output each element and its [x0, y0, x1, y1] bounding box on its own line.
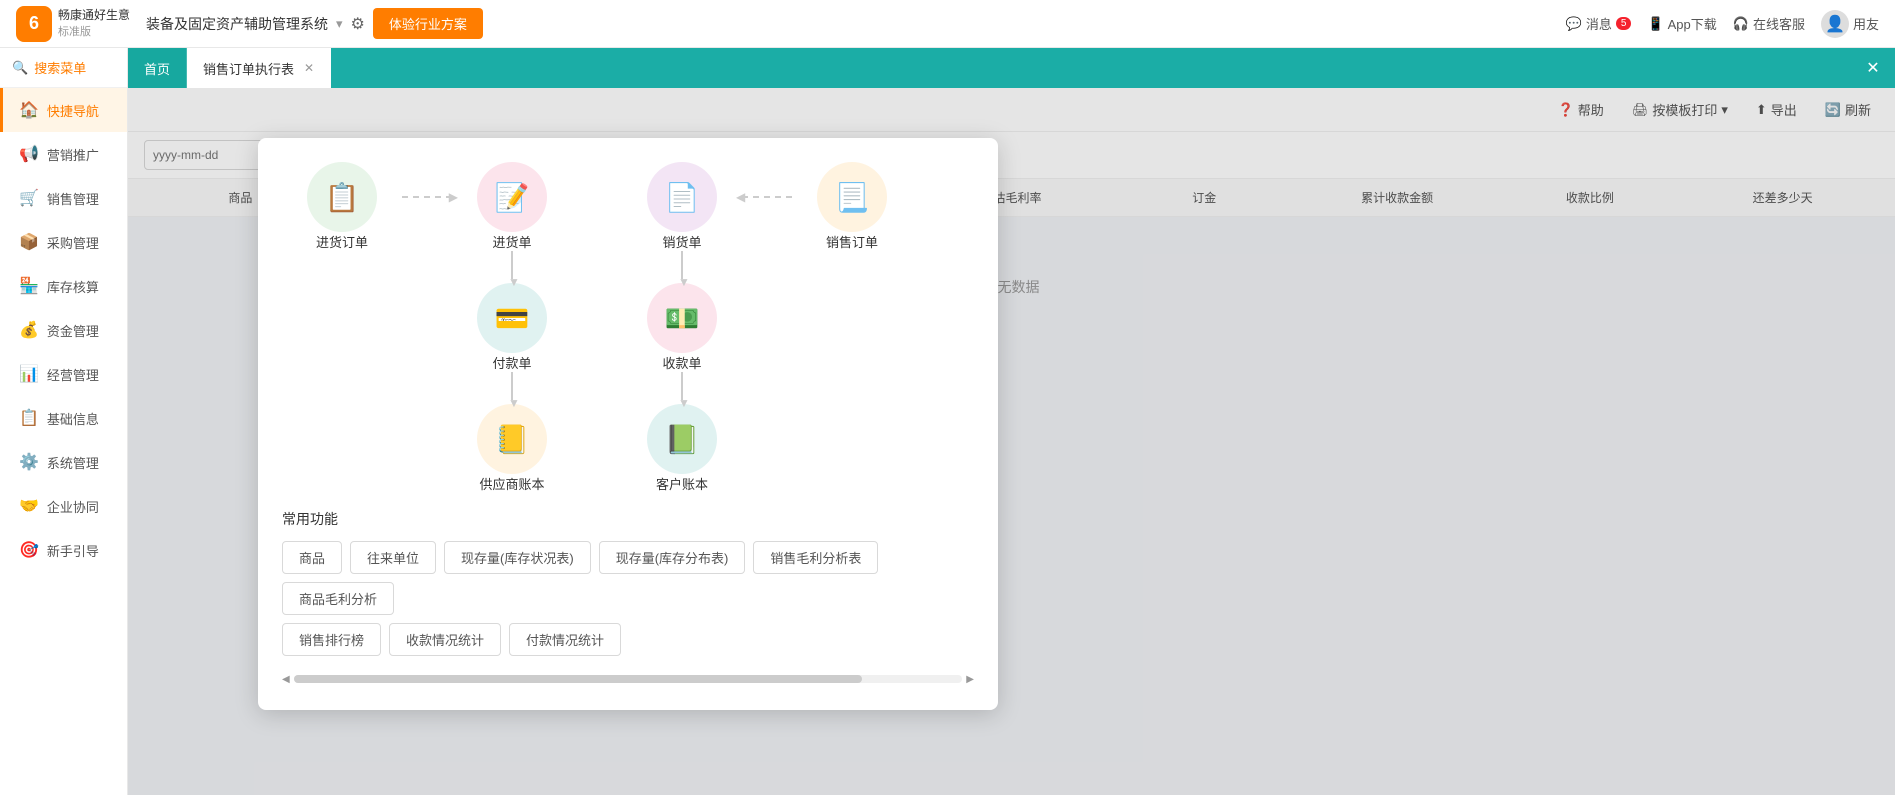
sidebar-item-system[interactable]: ⚙️ 系统管理 [0, 440, 127, 484]
tab-home[interactable]: 首页 [128, 48, 187, 88]
sidebar-item-inventory[interactable]: 🏪 库存核算 [0, 264, 127, 308]
service-icon: 🎧 [1733, 16, 1749, 32]
func-btn-payment-stats[interactable]: 付款情况统计 [509, 623, 621, 656]
customer-ledger-node[interactable]: 📗 [647, 404, 717, 474]
content-area: 首页 销售订单执行表 ✕ ✕ ❓ 帮助 [128, 48, 1895, 795]
brand-name: 畅康通好生意 [58, 8, 130, 24]
common-functions: 常用功能 商品 往来单位 现存量(库存状况表) 现存量(库存分布表) 销售毛利分… [282, 509, 974, 656]
receipt-label: 收款单 [662, 353, 701, 372]
purchase-bill-label: 进货单 [492, 232, 531, 251]
user-avatar: 👤 [1821, 10, 1849, 38]
system-title: 装备及固定资产辅助管理系统 [146, 14, 328, 34]
main-area: 🔍 搜索菜单 🏠 快捷导航 📢 营销推广 🛒 销售管理 📦 采购管理 🏪 [0, 48, 1895, 795]
func-btn-stock-status[interactable]: 现存量(库存状况表) [444, 541, 591, 574]
func-btn-stock-dist[interactable]: 现存量(库存分布表) [599, 541, 746, 574]
message-icon: 💬 [1566, 16, 1582, 32]
sidebar-item-sales[interactable]: 🛒 销售管理 [0, 176, 127, 220]
purchase-order-label: 进货订单 [316, 232, 368, 251]
tab-close-icon[interactable]: ✕ [304, 61, 314, 75]
marketing-icon: 📢 [19, 144, 39, 164]
guide-icon: 🎯 [19, 540, 39, 560]
experience-btn[interactable]: 体验行业方案 [373, 8, 483, 39]
finance-icon: 💰 [19, 320, 39, 340]
func-btn-sales-profit[interactable]: 销售毛利分析表 [753, 541, 878, 574]
logo-area: 6 畅康通好生意 标准版 [16, 6, 130, 42]
sidebar-item-quick-nav[interactable]: 🏠 快捷导航 [0, 88, 127, 132]
func-btn-contacts[interactable]: 往来单位 [350, 541, 436, 574]
operations-icon: 📊 [19, 364, 39, 384]
system-icon: ⚙️ [19, 452, 39, 472]
func-buttons-row2: 销售排行榜 收款情况统计 付款情况统计 [282, 623, 974, 656]
user-btn[interactable]: 👤 用友 [1821, 10, 1879, 38]
search-menu-btn[interactable]: 🔍 搜索菜单 [0, 48, 127, 88]
supplier-ledger-node[interactable]: 📒 [477, 404, 547, 474]
top-right: 💬 消息 5 📱 App下载 🎧 在线客服 👤 用友 [1566, 10, 1879, 38]
online-service-btn[interactable]: 🎧 在线客服 [1733, 14, 1805, 33]
scrollbar-thumb[interactable] [294, 675, 862, 683]
brand-text: 畅康通好生意 标准版 [58, 8, 130, 40]
payment-node[interactable]: 💳 [477, 283, 547, 353]
sidebar-item-operations[interactable]: 📊 经营管理 [0, 352, 127, 396]
supplier-ledger-label: 供应商账本 [479, 474, 544, 493]
gear-settings-icon[interactable]: ⚙ [351, 14, 365, 34]
app-download-btn[interactable]: 📱 App下载 [1647, 14, 1716, 33]
sidebar-item-basic-info[interactable]: 📋 基础信息 [0, 396, 127, 440]
modal-scrollbar: ◀ ▶ [282, 672, 974, 686]
logo-icon: 6 [16, 6, 52, 42]
sidebar: 🔍 搜索菜单 🏠 快捷导航 📢 营销推广 🛒 销售管理 📦 采购管理 🏪 [0, 48, 128, 795]
sales-order-label: 销售订单 [826, 232, 878, 251]
func-btn-receipt-stats[interactable]: 收款情况统计 [389, 623, 501, 656]
func-btn-sales-rank[interactable]: 销售排行榜 [282, 623, 381, 656]
flow-modal: 📋 进货订单 ▶ 📝 进货单 [258, 138, 998, 710]
common-funcs-title: 常用功能 [282, 509, 974, 529]
payment-label: 付款单 [492, 353, 531, 372]
enterprise-icon: 🤝 [19, 496, 39, 516]
message-badge: 5 [1616, 17, 1632, 30]
purchase-bill-node[interactable]: 📝 [477, 162, 547, 232]
func-buttons-row1: 商品 往来单位 现存量(库存状况表) 现存量(库存分布表) 销售毛利分析表 商品… [282, 541, 974, 615]
scroll-left-icon[interactable]: ◀ [282, 674, 290, 685]
search-icon: 🔍 [12, 60, 28, 76]
purchase-icon: 📦 [19, 232, 39, 252]
purchase-order-node[interactable]: 📋 [307, 162, 377, 232]
tab-bar: 首页 销售订单执行表 ✕ ✕ [128, 48, 1895, 88]
sales-order-node[interactable]: 📃 [817, 162, 887, 232]
receipt-node[interactable]: 💵 [647, 283, 717, 353]
scroll-right-icon[interactable]: ▶ [966, 674, 974, 685]
top-left: 6 畅康通好生意 标准版 装备及固定资产辅助管理系统 ▾ ⚙ 体验行业方案 [16, 6, 483, 42]
sidebar-item-finance[interactable]: 💰 资金管理 [0, 308, 127, 352]
sales-bill-node[interactable]: 📄 [647, 162, 717, 232]
func-btn-product[interactable]: 商品 [282, 541, 342, 574]
tab-window-close-btn[interactable]: ✕ [1859, 54, 1887, 82]
inventory-icon: 🏪 [19, 276, 39, 296]
app-icon: 📱 [1647, 16, 1663, 32]
home-icon: 🏠 [19, 100, 39, 120]
tab-sales-order[interactable]: 销售订单执行表 ✕ [187, 48, 331, 88]
sidebar-item-purchase[interactable]: 📦 采购管理 [0, 220, 127, 264]
brand-sub: 标准版 [58, 23, 130, 39]
sidebar-item-guide[interactable]: 🎯 新手引导 [0, 528, 127, 572]
sidebar-item-enterprise[interactable]: 🤝 企业协同 [0, 484, 127, 528]
customer-ledger-label: 客户账本 [656, 474, 708, 493]
func-btn-product-profit[interactable]: 商品毛利分析 [282, 582, 394, 615]
sidebar-item-marketing[interactable]: 📢 营销推广 [0, 132, 127, 176]
message-btn[interactable]: 💬 消息 5 [1566, 14, 1632, 33]
sales-bill-label: 销货单 [662, 232, 701, 251]
sales-icon: 🛒 [19, 188, 39, 208]
basic-info-icon: 📋 [19, 408, 39, 428]
top-bar: 6 畅康通好生意 标准版 装备及固定资产辅助管理系统 ▾ ⚙ 体验行业方案 💬 … [0, 0, 1895, 48]
main-content: ❓ 帮助 🖨 按模板打印 ▾ ⬆ 导出 🔄 刷新 [128, 88, 1895, 795]
dropdown-arrow-icon[interactable]: ▾ [336, 16, 343, 32]
